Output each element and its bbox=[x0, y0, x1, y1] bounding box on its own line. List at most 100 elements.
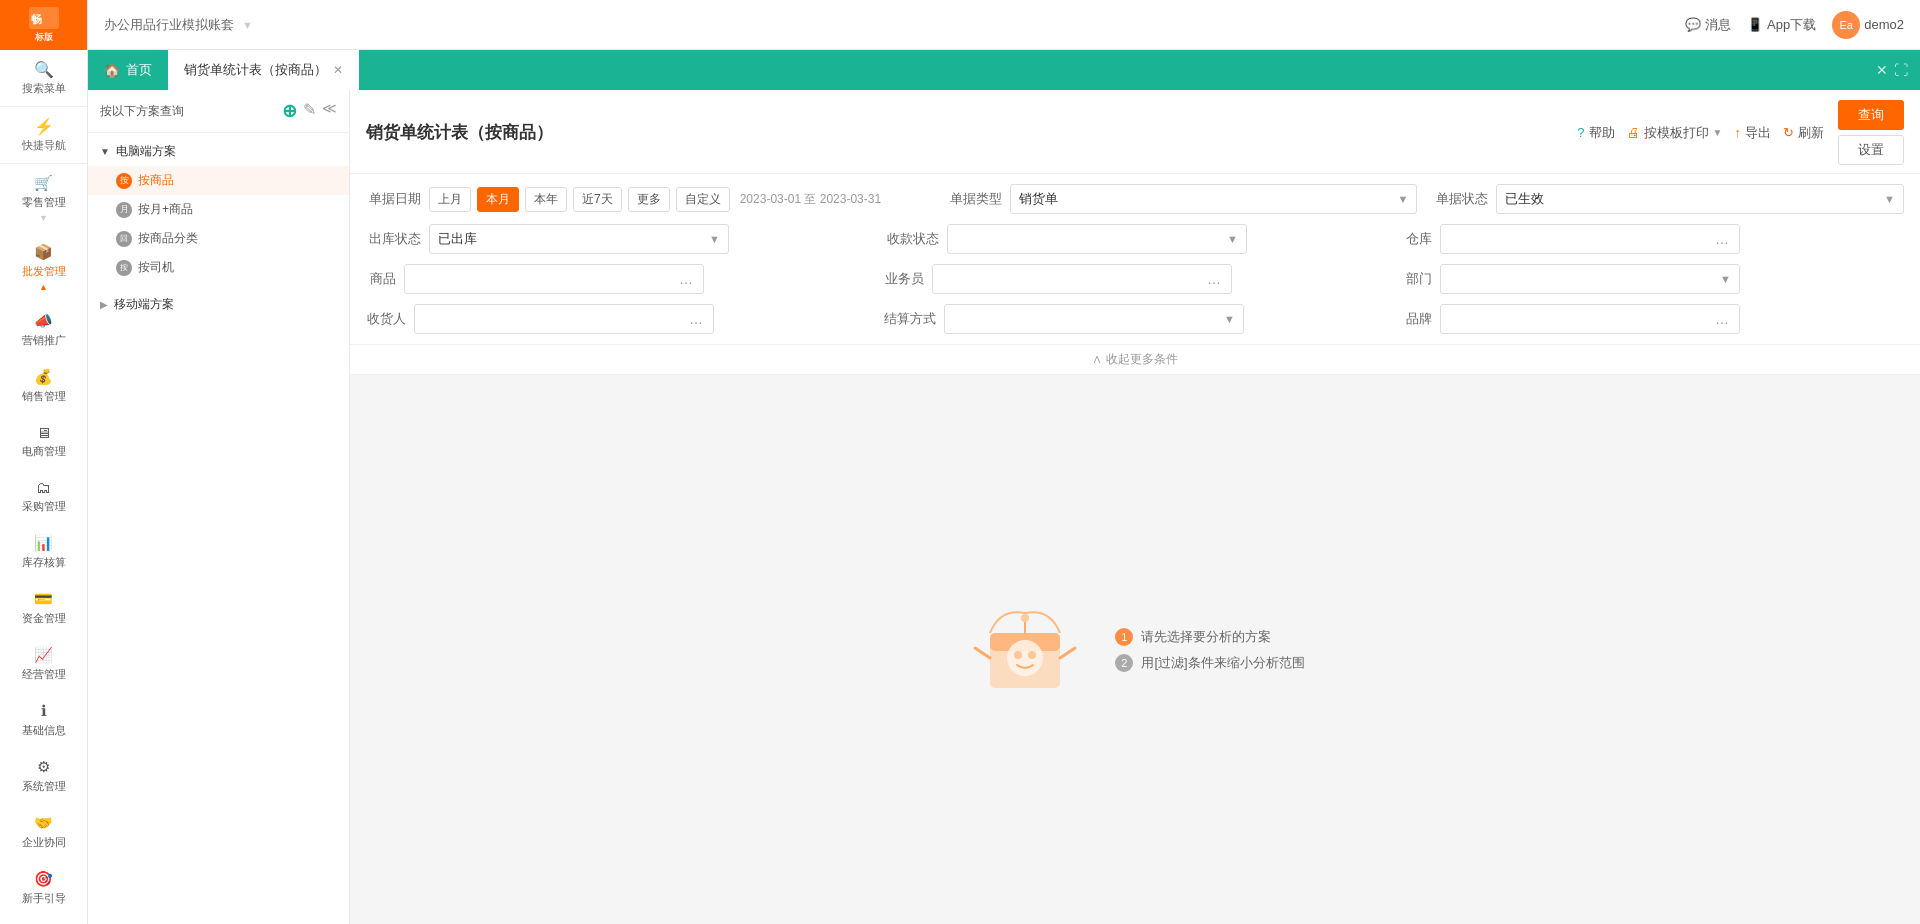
date-btn-this-month[interactable]: 本月 bbox=[477, 187, 519, 212]
tab-minimize-icon[interactable]: ✕ bbox=[1876, 62, 1888, 78]
by-month-icon: 月 bbox=[116, 202, 132, 218]
print-arrow: ▼ bbox=[1713, 127, 1723, 138]
collect-status-field: 收款状态 ▼ bbox=[884, 224, 1386, 254]
retail-label: 零售管理 bbox=[22, 195, 66, 210]
message-btn[interactable]: 💬 消息 bbox=[1685, 16, 1731, 34]
salesperson-input[interactable]: … bbox=[932, 264, 1232, 294]
app-download-btn[interactable]: 📱 App下载 bbox=[1747, 16, 1816, 34]
ecom-icon: 🖥 bbox=[36, 424, 51, 441]
app-logo: 畅 标版 bbox=[0, 0, 87, 50]
filter-row-2: 出库状态 已出库 ▼ 收款状态 ▼ 仓库 bbox=[366, 224, 1904, 254]
user-btn[interactable]: Ea demo2 bbox=[1832, 11, 1904, 39]
svg-line-9 bbox=[975, 648, 990, 658]
sidebar-item-guide[interactable]: 🎯 新手引导 bbox=[0, 860, 87, 916]
home-icon: 🏠 bbox=[104, 63, 120, 78]
sidebar-item-ops[interactable]: 📈 经营管理 bbox=[0, 636, 87, 692]
date-btn-last-month[interactable]: 上月 bbox=[429, 187, 471, 212]
tab-close-icon[interactable]: ✕ bbox=[333, 63, 343, 77]
edit-scheme-icon[interactable]: ✎ bbox=[303, 100, 316, 122]
department-field: 部门 ▼ bbox=[1402, 264, 1904, 294]
date-btn-this-year[interactable]: 本年 bbox=[525, 187, 567, 212]
top-header: 办公用品行业模拟账套 ▼ 💬 消息 📱 App下载 Ea demo2 bbox=[88, 0, 1920, 50]
sidebar-item-wholesale[interactable]: 📦 批发管理 ▲ bbox=[0, 233, 87, 302]
date-btn-custom[interactable]: 自定义 bbox=[676, 187, 730, 212]
sidebar-item-inventory[interactable]: 📊 库存核算 bbox=[0, 524, 87, 580]
out-status-label: 出库状态 bbox=[366, 230, 421, 248]
finance-icon: 💳 bbox=[34, 590, 53, 608]
sidebar-item-apps[interactable]: 📱 应用中心 bbox=[0, 916, 87, 924]
by-category-label: 按商品分类 bbox=[138, 230, 198, 247]
collapse-panel-icon[interactable]: ≪ bbox=[322, 100, 337, 122]
sidebar-item-company[interactable]: 🤝 企业协同 bbox=[0, 804, 87, 860]
sidebar-item-purchase[interactable]: 🗂 采购管理 bbox=[0, 469, 87, 524]
settings-btn[interactable]: 设置 bbox=[1838, 135, 1904, 165]
guide-label: 新手引导 bbox=[22, 891, 66, 906]
doc-status-input[interactable]: 已生效 ▼ bbox=[1496, 184, 1904, 214]
guide-icon: 🎯 bbox=[34, 870, 53, 888]
product-input[interactable]: … bbox=[404, 264, 704, 294]
wholesale-icon: 📦 bbox=[34, 243, 53, 261]
scheme-item-by-product[interactable]: 按 按商品 bbox=[88, 166, 349, 195]
brand-field: 品牌 … bbox=[1402, 304, 1904, 334]
desktop-group-title[interactable]: ▼ 电脑端方案 bbox=[88, 137, 349, 166]
marketing-label: 营销推广 bbox=[22, 333, 66, 348]
filter-row-1: 单据日期 上月 本月 本年 近7天 更多 自定义 2023-03-01 至 20… bbox=[366, 184, 1904, 214]
by-product-label: 按商品 bbox=[138, 172, 174, 189]
hint1-num: 1 bbox=[1115, 628, 1133, 646]
svg-point-8 bbox=[1021, 614, 1029, 622]
help-btn[interactable]: ? 帮助 bbox=[1577, 124, 1614, 142]
sidebar-item-base[interactable]: ℹ 基础信息 bbox=[0, 692, 87, 748]
sidebar-item-system[interactable]: ⚙ 系统管理 bbox=[0, 748, 87, 804]
sidebar-item-marketing[interactable]: 📣 营销推广 bbox=[0, 302, 87, 358]
date-btn-more[interactable]: 更多 bbox=[628, 187, 670, 212]
tab-stats[interactable]: 销货单统计表（按商品） ✕ bbox=[168, 50, 359, 90]
left-panel-header: 按以下方案查询 ⊕ ✎ ≪ bbox=[88, 90, 349, 133]
sidebar-search-menu[interactable]: 🔍 搜索菜单 bbox=[0, 50, 87, 107]
tab-home[interactable]: 🏠 首页 bbox=[88, 50, 168, 90]
page-header: 销货单统计表（按商品） ? 帮助 🖨 按模板打印 ▼ bbox=[350, 90, 1920, 174]
settlement-input[interactable]: ▼ bbox=[944, 304, 1244, 334]
warehouse-label: 仓库 bbox=[1402, 230, 1432, 248]
collapse-bar[interactable]: ∧ 收起更多条件 bbox=[350, 345, 1920, 375]
by-unit-icon: 按 bbox=[116, 260, 132, 276]
add-scheme-icon[interactable]: ⊕ bbox=[282, 100, 297, 122]
print-icon: 🖨 bbox=[1627, 125, 1640, 140]
warehouse-dots: … bbox=[1715, 231, 1731, 247]
date-btn-7days[interactable]: 近7天 bbox=[573, 187, 622, 212]
export-btn[interactable]: ↑ 导出 bbox=[1735, 124, 1772, 142]
recipient-input[interactable]: … bbox=[414, 304, 714, 334]
mobile-scheme-group: ▶ 移动端方案 bbox=[88, 286, 349, 323]
refresh-btn[interactable]: ↻ 刷新 bbox=[1783, 124, 1824, 142]
doc-status-label: 单据状态 bbox=[1433, 190, 1488, 208]
sidebar-item-ecom[interactable]: 🖥 电商管理 bbox=[0, 414, 87, 469]
refresh-label: 刷新 bbox=[1798, 124, 1824, 142]
mobile-group-title[interactable]: ▶ 移动端方案 bbox=[88, 290, 349, 319]
date-filter-buttons: 上月 本月 本年 近7天 更多 自定义 bbox=[429, 187, 730, 212]
print-btn[interactable]: 🖨 按模板打印 ▼ bbox=[1627, 124, 1723, 142]
sidebar-item-sales[interactable]: 💰 销售管理 bbox=[0, 358, 87, 414]
department-input[interactable]: ▼ bbox=[1440, 264, 1740, 294]
company-label: 企业协同 bbox=[22, 835, 66, 850]
date-range-text: 2023-03-01 至 2023-03-31 bbox=[740, 191, 881, 208]
sidebar-item-finance[interactable]: 💳 资金管理 bbox=[0, 580, 87, 636]
scheme-item-by-month[interactable]: 月 按月+商品 bbox=[88, 195, 349, 224]
scheme-item-by-category[interactable]: 回 按商品分类 bbox=[88, 224, 349, 253]
collect-status-input[interactable]: ▼ bbox=[947, 224, 1247, 254]
collect-status-label: 收款状态 bbox=[884, 230, 939, 248]
sidebar-item-retail[interactable]: 🛒 零售管理 ▼ bbox=[0, 164, 87, 233]
wholesale-arrow: ▲ bbox=[39, 282, 48, 292]
sidebar-quick-nav[interactable]: ⚡ 快捷导航 bbox=[0, 107, 87, 164]
tab-maximize-icon[interactable]: ⛶ bbox=[1894, 62, 1908, 78]
message-icon: 💬 bbox=[1685, 17, 1701, 32]
search-menu-label: 搜索菜单 bbox=[8, 81, 79, 96]
mobile-group-arrow: ▶ bbox=[100, 299, 108, 310]
brand-input[interactable]: … bbox=[1440, 304, 1740, 334]
query-btn[interactable]: 查询 bbox=[1838, 100, 1904, 130]
empty-text: 1 请先选择要分析的方案 2 用[过滤]条件来缩小分析范围 bbox=[1115, 628, 1304, 672]
doc-type-input[interactable]: 销货单 ▼ bbox=[1010, 184, 1418, 214]
settlement-field: 结算方式 ▼ bbox=[884, 304, 1386, 334]
out-status-input[interactable]: 已出库 ▼ bbox=[429, 224, 729, 254]
warehouse-input[interactable]: … bbox=[1440, 224, 1740, 254]
doc-type-field: 单据类型 销货单 ▼ bbox=[947, 184, 1418, 214]
scheme-item-by-unit[interactable]: 按 按司机 bbox=[88, 253, 349, 282]
